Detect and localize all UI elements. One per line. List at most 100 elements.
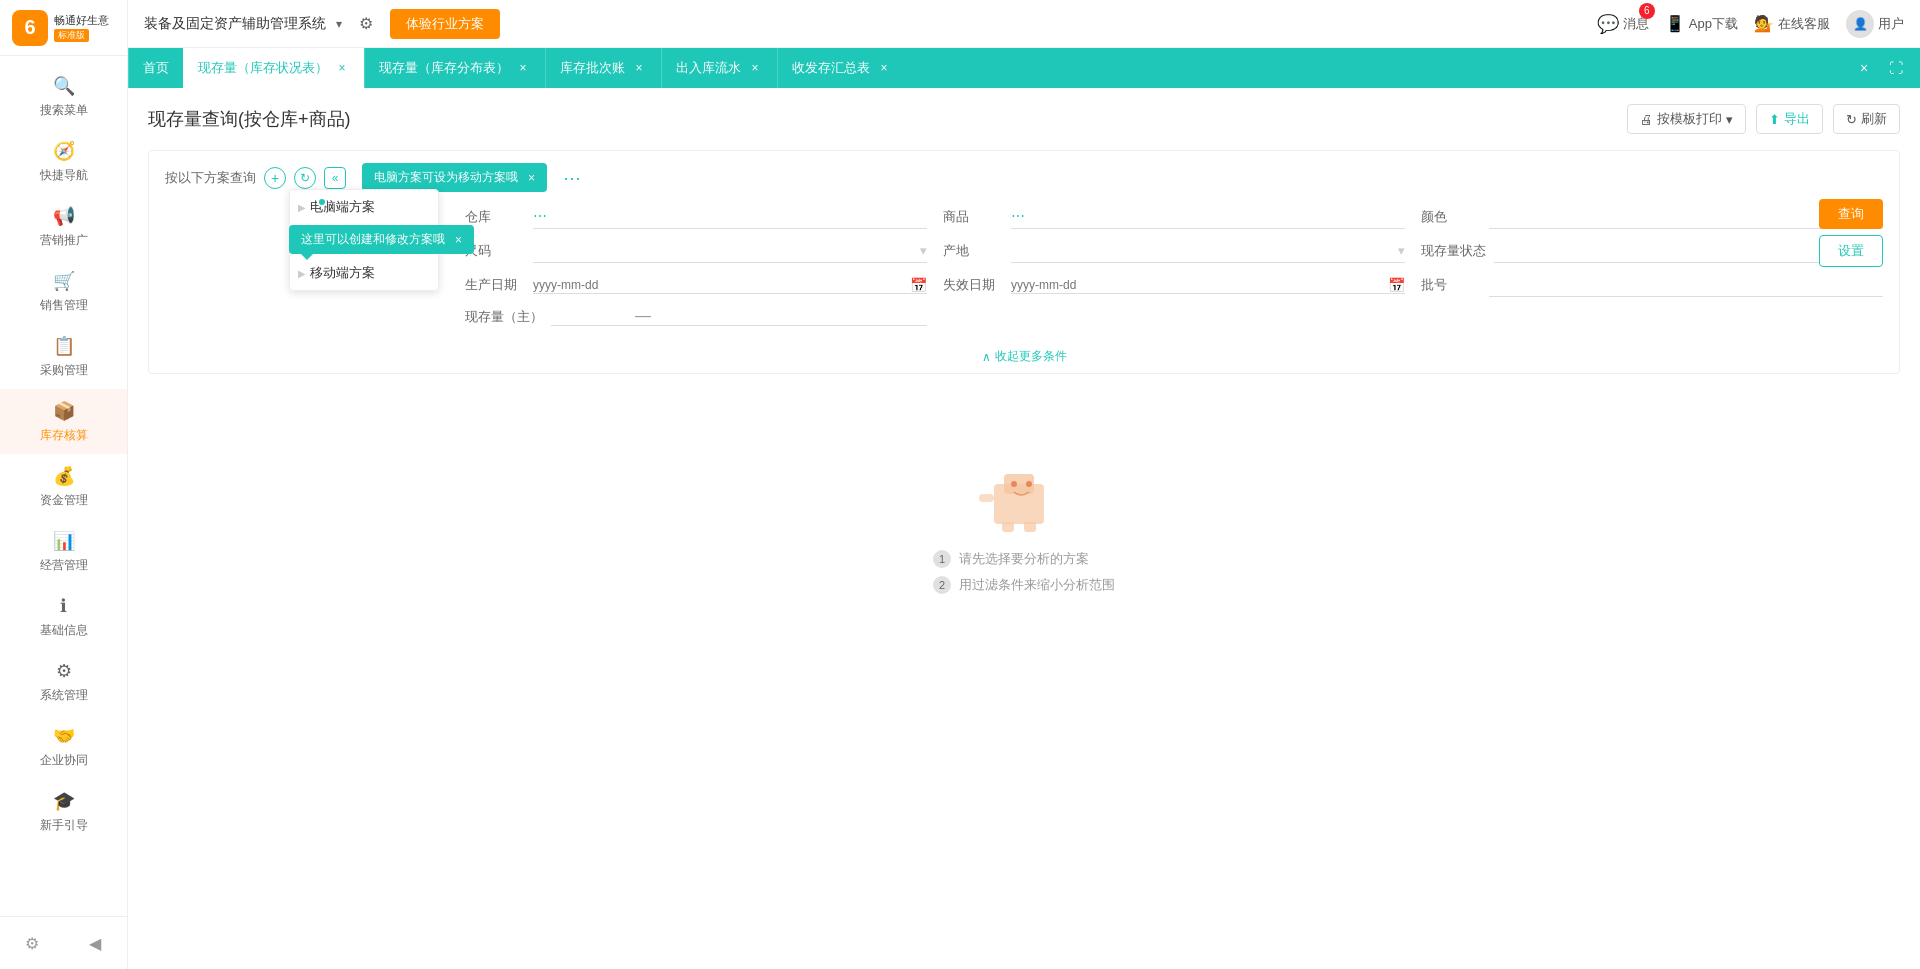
filter-warehouse: 仓库 ⋯ xyxy=(465,204,927,229)
calendar-icon-produce: 📅 xyxy=(910,277,927,293)
scheme-arrow-icon-2: ▶ xyxy=(298,268,306,279)
scheme-item-desktop[interactable]: ▶ 电脑端方案 xyxy=(290,194,438,220)
sidebar-item-guide[interactable]: 🎓 新手引导 xyxy=(0,779,127,844)
sidebar-item-sales[interactable]: 🛒 销售管理 xyxy=(0,259,127,324)
sidebar-item-finance[interactable]: 💰 资金管理 xyxy=(0,454,127,519)
svg-point-2 xyxy=(1011,481,1017,487)
filter-size: 尺码 ▾ xyxy=(465,239,927,263)
filter-refresh-btn[interactable]: ↻ xyxy=(294,167,316,189)
export-icon: ⬆ xyxy=(1769,112,1780,127)
tab-inventory-status[interactable]: 现存量（库存状况表） × xyxy=(183,48,364,88)
origin-chevron: ▾ xyxy=(1398,243,1405,258)
print-dropdown-icon: ▾ xyxy=(1726,112,1733,127)
empty-text: 1 请先选择要分析的方案 2 用过滤条件来缩小分析范围 xyxy=(933,550,1115,594)
stock-main-range[interactable]: — xyxy=(551,307,927,326)
stock-main-from[interactable] xyxy=(551,309,631,324)
sidebar-item-inventory[interactable]: 📦 库存核算 xyxy=(0,389,127,454)
tab-close-3[interactable]: × xyxy=(631,60,647,76)
empty-state: 1 请先选择要分析的方案 2 用过滤条件来缩小分析范围 xyxy=(148,374,1900,634)
svg-point-3 xyxy=(1026,481,1032,487)
reset-btn[interactable]: 设置 xyxy=(1819,235,1883,267)
filter-goods: 商品 ⋯ xyxy=(943,204,1405,229)
tab-close-all[interactable]: × xyxy=(1852,56,1876,80)
size-select[interactable]: ▾ xyxy=(533,239,927,263)
filter-title: 按以下方案查询 xyxy=(165,169,256,187)
tooltip-close-2[interactable]: × xyxy=(455,233,462,247)
goods-dots: ⋯ xyxy=(1011,208,1025,224)
tab-close-5[interactable]: × xyxy=(876,60,892,76)
guide-nav-icon: 🎓 xyxy=(52,789,76,813)
page-title-bar: 现存量查询(按仓库+商品) 🖨 按模板打印 ▾ ⬆ 导出 ↻ 刷新 xyxy=(148,104,1900,134)
sidebar-logo: 6 畅通好生意 标准版 xyxy=(0,0,127,56)
logo-text: 畅通好生意 标准版 xyxy=(54,13,109,43)
tab-summary[interactable]: 收发存汇总表 × xyxy=(777,48,906,88)
inventory-nav-icon: 📦 xyxy=(52,399,76,423)
marketing-nav-icon: 📢 xyxy=(52,204,76,228)
filter-produce-date: 生产日期 📅 xyxy=(465,273,927,297)
tab-maximize[interactable]: ⛶ xyxy=(1884,56,1908,80)
sidebar-item-search[interactable]: 🔍 搜索菜单 xyxy=(0,64,127,129)
tooltip-close-1[interactable]: × xyxy=(528,171,535,185)
tab-close-4[interactable]: × xyxy=(747,60,763,76)
sidebar-item-management[interactable]: 📊 经营管理 xyxy=(0,519,127,584)
purchase-nav-icon: 📋 xyxy=(52,334,76,358)
topbar-settings-icon[interactable]: ⚙ xyxy=(352,10,380,38)
expire-date-field[interactable] xyxy=(1011,278,1384,292)
topbar: 装备及固定资产辅助管理系统 ▾ ⚙ 体验行业方案 💬 6 消息 📱 App下载 … xyxy=(128,0,1920,48)
tab-batch[interactable]: 库存批次账 × xyxy=(545,48,661,88)
industry-btn[interactable]: 体验行业方案 xyxy=(390,9,500,39)
empty-illustration xyxy=(974,454,1074,534)
warehouse-select[interactable]: ⋯ xyxy=(533,204,927,229)
print-btn[interactable]: 🖨 按模板打印 ▾ xyxy=(1627,104,1746,134)
produce-date-field[interactable] xyxy=(533,278,906,292)
search-btn[interactable]: 查询 xyxy=(1819,199,1883,229)
export-btn[interactable]: ⬆ 导出 xyxy=(1756,104,1823,134)
chevron-up-icon: ∧ xyxy=(982,350,991,364)
management-nav-icon: 📊 xyxy=(52,529,76,553)
sidebar-item-purchase[interactable]: 📋 采购管理 xyxy=(0,324,127,389)
batch-input[interactable] xyxy=(1489,273,1883,297)
tab-home[interactable]: 首页 xyxy=(128,48,183,88)
sidebar-item-system[interactable]: ⚙ 系统管理 xyxy=(0,649,127,714)
basic-nav-icon: ℹ xyxy=(52,594,76,618)
sidebar-item-basic[interactable]: ℹ 基础信息 xyxy=(0,584,127,649)
scheme-item-mobile[interactable]: ▶ 移动端方案 xyxy=(290,260,438,286)
svg-rect-5 xyxy=(1002,522,1014,532)
sidebar-collapse-btn[interactable]: ◀ xyxy=(79,927,111,959)
filter-stock-main: 现存量（主） — xyxy=(465,307,927,326)
online-support-btn[interactable]: 💁 在线客服 xyxy=(1754,14,1830,33)
filter-add-btn[interactable]: + xyxy=(264,167,286,189)
tab-close-2[interactable]: × xyxy=(515,60,531,76)
produce-date-input[interactable]: 📅 xyxy=(533,277,927,294)
user-menu[interactable]: 👤 用户 xyxy=(1846,10,1904,38)
topbar-left: 装备及固定资产辅助管理系统 ▾ ⚙ 体验行业方案 xyxy=(144,9,500,39)
origin-select[interactable]: ▾ xyxy=(1011,239,1405,263)
sidebar-item-marketing[interactable]: 📢 营销推广 xyxy=(0,194,127,259)
dots-icon-1: ⋯ xyxy=(563,167,581,189)
refresh-btn[interactable]: ↻ 刷新 xyxy=(1833,104,1900,134)
sidebar-item-collab[interactable]: 🤝 企业协同 xyxy=(0,714,127,779)
scheme-arrow-icon: ▶ xyxy=(298,202,306,213)
size-chevron: ▾ xyxy=(920,243,927,258)
collapse-bar[interactable]: ∧ 收起更多条件 xyxy=(165,338,1883,365)
tabbar: 首页 现存量（库存状况表） × 现存量（库存分布表） × 库存批次账 × 出入库… xyxy=(128,48,1920,88)
goods-select[interactable]: ⋯ xyxy=(1011,204,1405,229)
system-dropdown[interactable]: ▾ xyxy=(336,17,342,31)
filter-batch: 批号 xyxy=(1421,273,1883,297)
tab-close-1[interactable]: × xyxy=(334,60,350,76)
filter-origin: 产地 ▾ xyxy=(943,239,1405,263)
expire-date-input[interactable]: 📅 xyxy=(1011,277,1405,294)
page-actions: 🖨 按模板打印 ▾ ⬆ 导出 ↻ 刷新 xyxy=(1627,104,1900,134)
sidebar-item-nav[interactable]: 🧭 快捷导航 xyxy=(0,129,127,194)
search-btn-area: 查询 设置 xyxy=(1819,199,1883,267)
message-btn[interactable]: 💬 6 消息 xyxy=(1597,13,1649,35)
sidebar-settings-btn[interactable]: ⚙ xyxy=(16,927,48,959)
empty-text-item-2: 2 用过滤条件来缩小分析范围 xyxy=(933,576,1115,594)
filter-back-btn[interactable]: « xyxy=(324,167,346,189)
app-download-btn[interactable]: 📱 App下载 xyxy=(1665,14,1738,33)
tab-inventory-dist[interactable]: 现存量（库存分布表） × xyxy=(364,48,545,88)
nav-nav-icon: 🧭 xyxy=(52,139,76,163)
tab-inout-flow[interactable]: 出入库流水 × xyxy=(661,48,777,88)
stock-main-to[interactable] xyxy=(655,309,735,324)
sidebar: 6 畅通好生意 标准版 🔍 搜索菜单 🧭 快捷导航 📢 营销推广 🛒 销售管理 … xyxy=(0,0,128,969)
